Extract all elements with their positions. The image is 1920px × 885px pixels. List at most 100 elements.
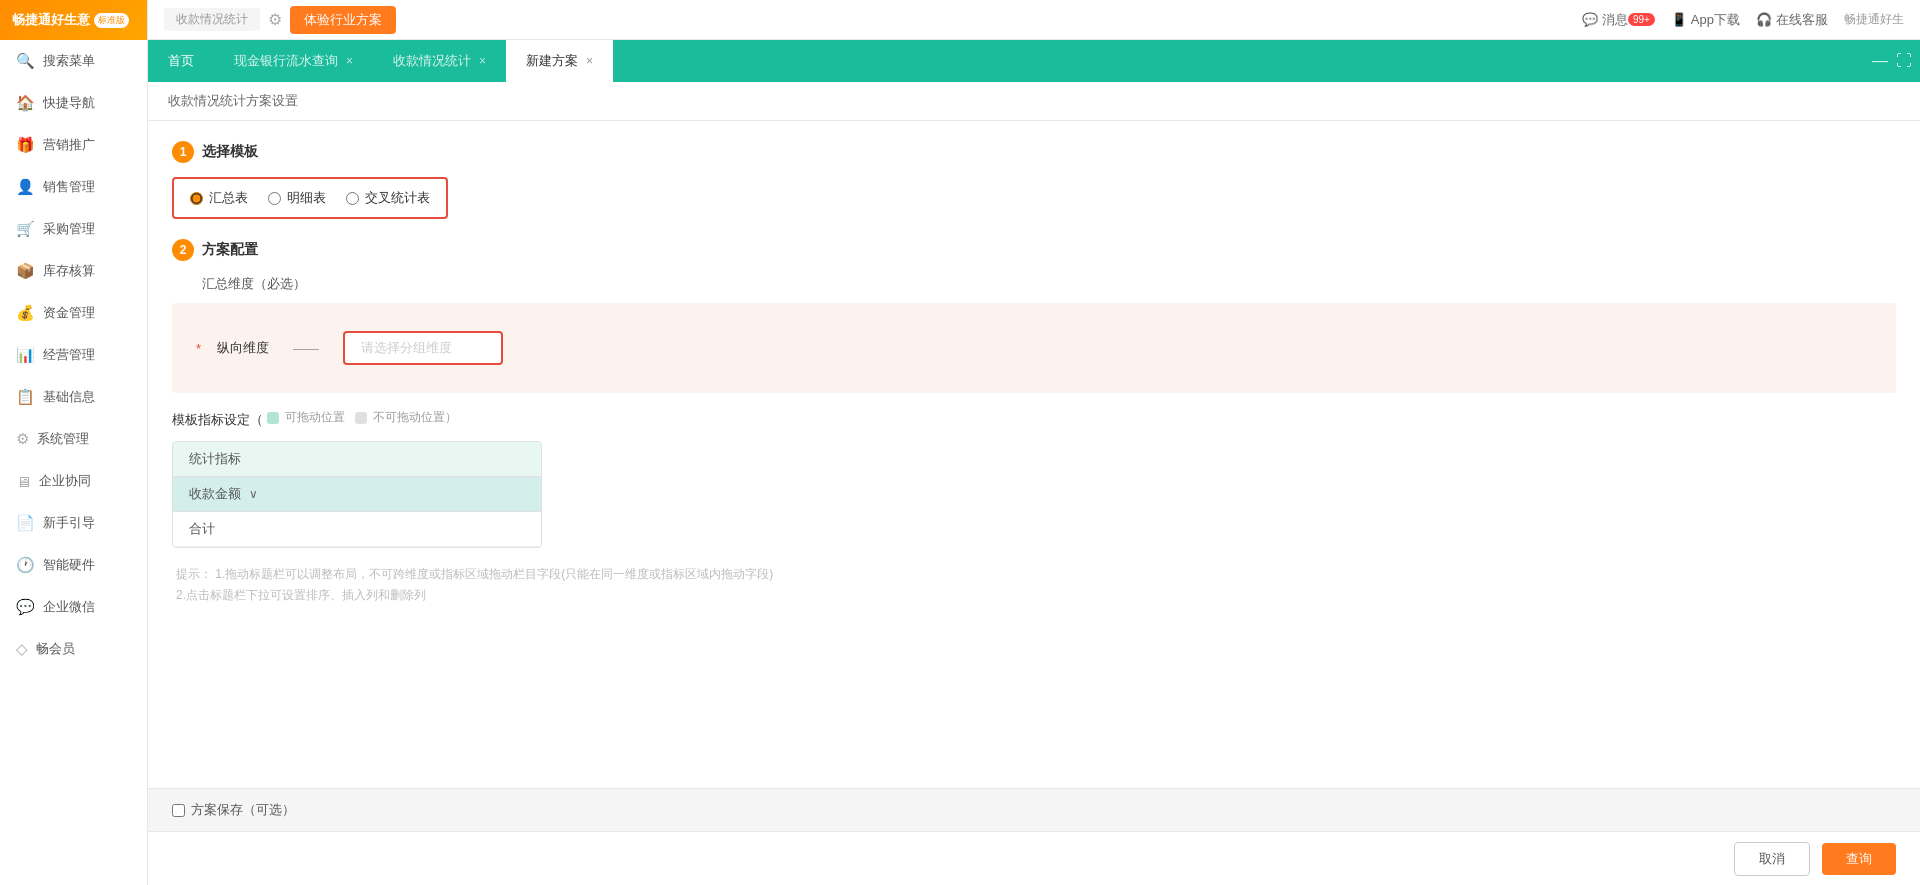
sidebar-item-management[interactable]: 📊 经营管理 <box>0 334 147 376</box>
sidebar-item-finance[interactable]: 💰 资金管理 <box>0 292 147 334</box>
radio-cross[interactable]: 交叉统计表 <box>346 189 430 207</box>
sidebar-item-label: 经营管理 <box>43 346 95 364</box>
save-checkbox[interactable] <box>172 804 185 817</box>
sidebar-item-nav[interactable]: 🏠 快捷导航 <box>0 82 147 124</box>
industry-button[interactable]: 体验行业方案 <box>290 6 396 34</box>
online-service-btn[interactable]: 🎧 在线客服 <box>1756 11 1828 29</box>
arrow-icon: —— <box>293 341 319 356</box>
sidebar-item-system[interactable]: ⚙ 系统管理 <box>0 418 147 460</box>
tab-collection-stats-label: 收款情况统计 <box>393 52 471 70</box>
sidebar-item-guide[interactable]: 📄 新手引导 <box>0 502 147 544</box>
tip-line-1: 提示： 1.拖动标题栏可以调整布局，不可跨维度或指标区域拖动栏目字段(只能在同一… <box>176 564 1896 586</box>
step2-label: 2 方案配置 <box>172 239 1896 261</box>
sidebar-item-label: 企业协同 <box>39 472 91 490</box>
tab-collection-stats[interactable]: 收款情况统计 × <box>373 40 506 82</box>
sidebar-item-wechat[interactable]: 💬 企业微信 <box>0 586 147 628</box>
sidebar-item-member[interactable]: ◇ 畅会员 <box>0 628 147 670</box>
member-icon: ◇ <box>16 640 28 658</box>
form-area: 1 选择模板 汇总表 明细表 交叉统计表 <box>148 121 1920 788</box>
page-header-title: 收款情况统计方案设置 <box>168 93 298 108</box>
metric-total-label: 合计 <box>189 521 215 536</box>
sidebar-item-inventory[interactable]: 📦 库存核算 <box>0 250 147 292</box>
topbar-left: 收款情况统计 ⚙ 体验行业方案 <box>164 6 396 34</box>
non-draggable-dot <box>355 412 367 424</box>
online-service-label: 在线客服 <box>1776 11 1828 29</box>
dimension-row: * 纵向维度 —— 请选择分组维度 <box>196 331 503 365</box>
wechat-icon: 💬 <box>16 598 35 616</box>
metric-chevron-icon[interactable]: ∨ <box>249 487 258 501</box>
app-download-btn[interactable]: 📱 App下载 <box>1671 11 1740 29</box>
radio-summary[interactable]: 汇总表 <box>190 189 248 207</box>
legend-draggable-item: 可拖动位置 <box>267 409 345 426</box>
step2-number: 2 <box>172 239 194 261</box>
tab-home[interactable]: 首页 <box>148 40 214 82</box>
tab-new-plan-label: 新建方案 <box>526 52 578 70</box>
metric-row-total: 合计 <box>173 512 541 547</box>
radio-summary-label: 汇总表 <box>209 189 248 207</box>
metrics-table: 统计指标 收款金额 ∨ 合计 <box>172 441 542 548</box>
sidebar-item-search[interactable]: 🔍 搜索菜单 <box>0 40 147 82</box>
stats-label: 统计指标 <box>189 450 241 468</box>
radio-cross-input[interactable] <box>346 192 359 205</box>
monitor-icon: 🖥 <box>16 473 31 490</box>
headset-icon: 🎧 <box>1756 12 1772 27</box>
sidebar-item-enterprise[interactable]: 🖥 企业协同 <box>0 460 147 502</box>
user-icon: 👤 <box>16 178 35 196</box>
radio-detail-input[interactable] <box>268 192 281 205</box>
cart-icon: 🛒 <box>16 220 35 238</box>
home-icon: 🏠 <box>16 94 35 112</box>
notification-btn[interactable]: 💬 消息 99+ <box>1582 11 1655 29</box>
chart-icon: 📊 <box>16 346 35 364</box>
app-download-label: App下载 <box>1691 11 1740 29</box>
dimension-title: 汇总维度（必选） <box>202 275 1896 293</box>
step1-section: 1 选择模板 汇总表 明细表 交叉统计表 <box>172 141 1896 219</box>
sidebar-item-label: 库存核算 <box>43 262 95 280</box>
tab-minimize-btn[interactable]: — <box>1872 52 1888 70</box>
step1-label: 1 选择模板 <box>172 141 1896 163</box>
sidebar-item-purchase[interactable]: 🛒 采购管理 <box>0 208 147 250</box>
sidebar-item-sales[interactable]: 👤 销售管理 <box>0 166 147 208</box>
tab-new-plan[interactable]: 新建方案 × <box>506 40 613 82</box>
sidebar-item-label: 新手引导 <box>43 514 95 532</box>
tab-bank-flow[interactable]: 现金银行流水查询 × <box>214 40 373 82</box>
sidebar-item-label: 采购管理 <box>43 220 95 238</box>
mobile-icon: 📱 <box>1671 12 1687 27</box>
sidebar-item-hardware[interactable]: 🕐 智能硬件 <box>0 544 147 586</box>
radio-summary-input[interactable] <box>190 192 203 205</box>
sidebar: 畅捷通好生意 标准版 🔍 搜索菜单 🏠 快捷导航 🎁 营销推广 👤 销售管理 🛒… <box>0 0 148 885</box>
sidebar-item-label: 搜索菜单 <box>43 52 95 70</box>
metric-row-collection[interactable]: 收款金额 ∨ <box>173 477 541 512</box>
radio-detail-label: 明细表 <box>287 189 326 207</box>
doc-icon: 📄 <box>16 514 35 532</box>
metrics-config: 模板指标设定（ 可拖动位置 不可拖动位置） <box>172 409 1896 607</box>
tip-text-1: 提示： 1.拖动标题栏可以调整布局，不可跨维度或指标区域拖动栏目字段(只能在同一… <box>176 564 773 586</box>
sidebar-item-basic[interactable]: 📋 基础信息 <box>0 376 147 418</box>
step1-number: 1 <box>172 141 194 163</box>
dimension-select[interactable]: 请选择分组维度 <box>343 331 503 365</box>
legend-non-draggable-label: 不可拖动位置） <box>373 409 457 426</box>
tab-new-plan-close[interactable]: × <box>586 54 593 68</box>
tab-bank-flow-close[interactable]: × <box>346 54 353 68</box>
settings-icon[interactable]: ⚙ <box>268 10 282 29</box>
gift-icon: 🎁 <box>16 136 35 154</box>
tab-collection-stats-close[interactable]: × <box>479 54 486 68</box>
save-section: 方案保存（可选） <box>148 788 1920 831</box>
step2-title: 方案配置 <box>202 241 258 259</box>
metrics-title-row: 模板指标设定（ 可拖动位置 不可拖动位置） <box>172 409 1896 429</box>
box-icon: 📦 <box>16 262 35 280</box>
hardware-icon: 🕐 <box>16 556 35 574</box>
cancel-button[interactable]: 取消 <box>1734 842 1810 876</box>
step1-title: 选择模板 <box>202 143 258 161</box>
tab-bar: 首页 现金银行流水查询 × 收款情况统计 × 新建方案 × — ⛶ <box>148 40 1920 82</box>
query-button[interactable]: 查询 <box>1822 843 1896 875</box>
radio-detail[interactable]: 明细表 <box>268 189 326 207</box>
topbar: 收款情况统计 ⚙ 体验行业方案 💬 消息 99+ 📱 App下载 🎧 在线客服 … <box>148 0 1920 40</box>
tab-maximize-btn[interactable]: ⛶ <box>1896 52 1912 70</box>
tips-area: 提示： 1.拖动标题栏可以调整布局，不可跨维度或指标区域拖动栏目字段(只能在同一… <box>172 564 1896 607</box>
dimension-area: * 纵向维度 —— 请选择分组维度 <box>172 303 1896 393</box>
tip-line-2: 2.点击标题栏下拉可设置排序、插入列和删除列 <box>176 585 1896 607</box>
radio-cross-label: 交叉统计表 <box>365 189 430 207</box>
tabs-right-controls: — ⛶ <box>1872 52 1920 70</box>
sidebar-item-label: 销售管理 <box>43 178 95 196</box>
sidebar-item-marketing[interactable]: 🎁 营销推广 <box>0 124 147 166</box>
